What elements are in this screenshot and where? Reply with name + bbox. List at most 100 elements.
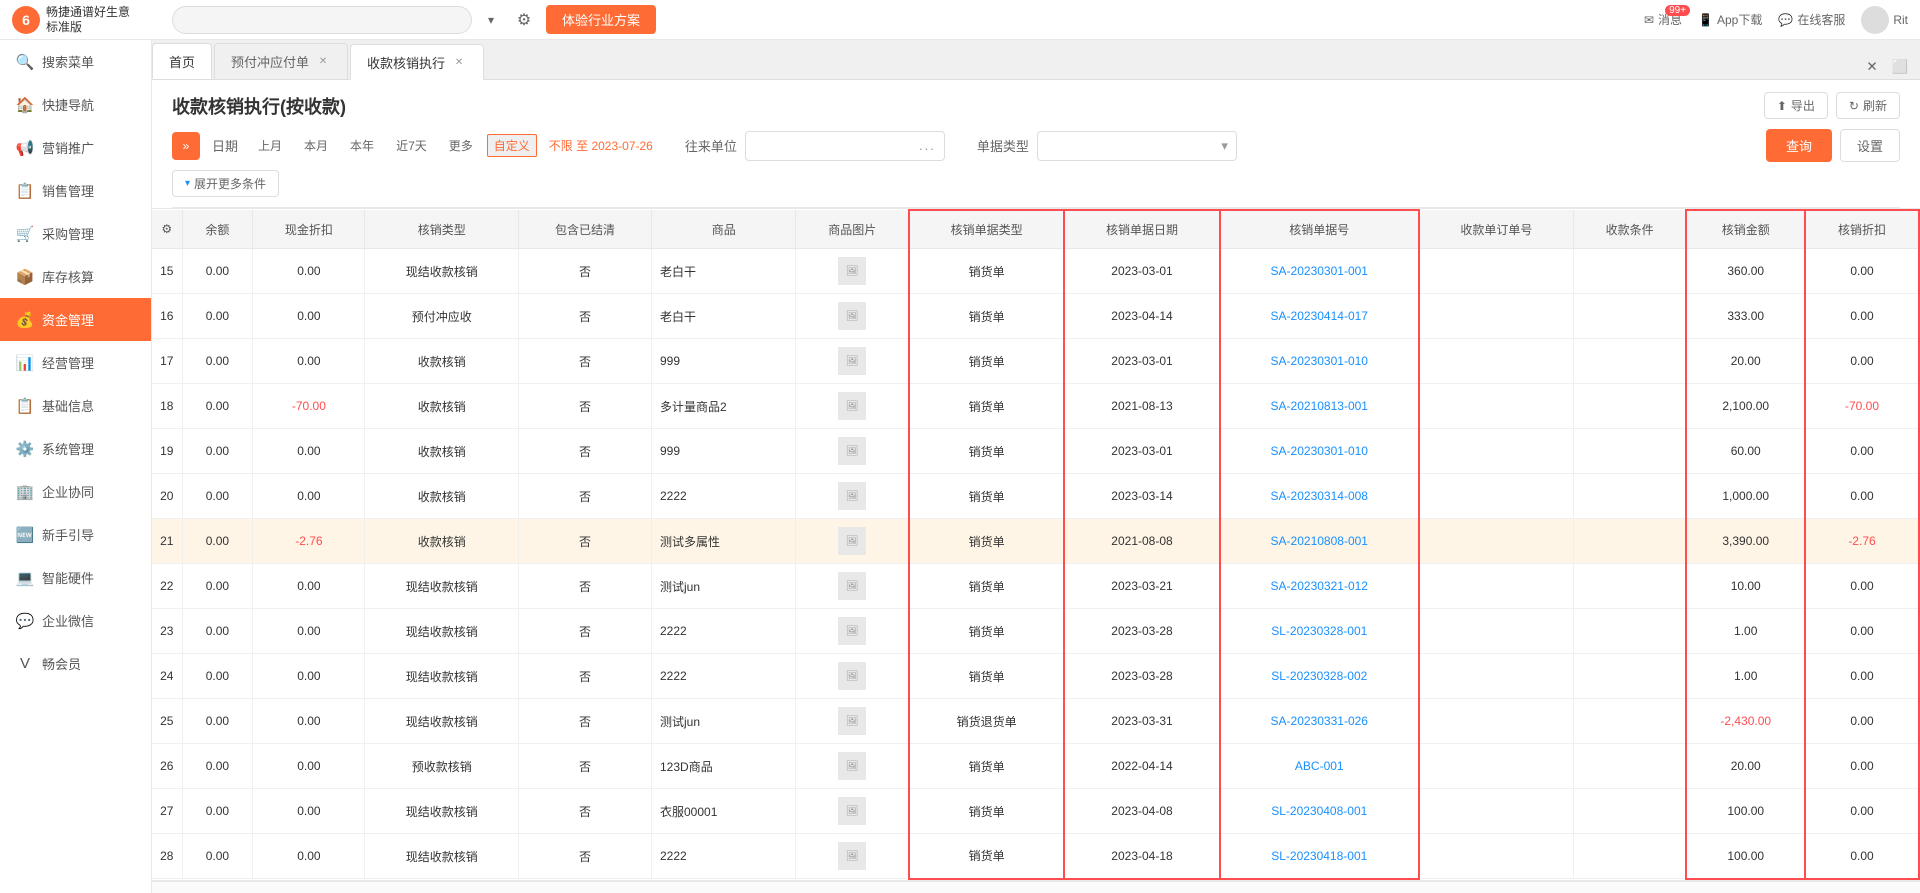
expand-conditions-btn[interactable]: ▾ 展开更多条件 [172, 170, 279, 197]
system-icon: ⚙️ [16, 440, 34, 458]
sidebar-label-finance: 资金管理 [42, 310, 94, 329]
td-cancel-type: 收款核销 [365, 429, 519, 474]
filter-expand-icon[interactable]: » [172, 132, 200, 160]
period-more[interactable]: 更多 [441, 134, 481, 157]
sidebar-item-enterprise[interactable]: 🏢 企业协同 [0, 470, 151, 513]
td-order-no [1419, 474, 1573, 519]
receivable-tab-close[interactable]: ✕ [451, 54, 467, 70]
from-unit-input[interactable] [754, 139, 919, 153]
td-voucher-no: SA-20210813-001 [1220, 384, 1419, 429]
period-custom[interactable]: 自定义 [487, 134, 537, 157]
sidebar-item-sales[interactable]: 📋 销售管理 [0, 169, 151, 212]
sidebar-item-purchase[interactable]: 🛒 采购管理 [0, 212, 151, 255]
sidebar-item-hardware[interactable]: 💻 智能硬件 [0, 556, 151, 599]
layout: 🔍 搜索菜单 🏠 快捷导航 📢 营销推广 📋 销售管理 🛒 采购管理 📦 库存核… [0, 40, 1920, 893]
table-row: 17 0.00 0.00 收款核销 否 999 🖼 销货单 2023-03-01… [152, 339, 1919, 384]
export-button[interactable]: ⬆ 导出 [1764, 92, 1828, 119]
td-product-img: 🖼 [796, 654, 909, 699]
td-cash-discount: -70.00 [253, 384, 365, 429]
logo-area: 6 畅捷通谱好生意 标准版 [12, 5, 162, 34]
sidebar-item-business[interactable]: 📊 经营管理 [0, 341, 151, 384]
tab-receivable[interactable]: 收款核销执行 ✕ [350, 44, 484, 80]
td-order-no [1419, 249, 1573, 294]
td-voucher-no: SA-20230301-010 [1220, 429, 1419, 474]
online-service-item[interactable]: 💬 在线客服 [1778, 11, 1845, 28]
gear-button[interactable]: ⚙ [510, 6, 538, 34]
message-badge: 99+ [1665, 5, 1690, 16]
sidebar-item-guide[interactable]: 🆕 新手引导 [0, 513, 151, 556]
prepay-tab-close[interactable]: ✕ [315, 54, 331, 70]
export-icon: ⬆ [1777, 99, 1787, 113]
logo-icon: 6 [12, 6, 40, 34]
tab-prepay[interactable]: 预付冲应付单 ✕ [214, 43, 348, 79]
maximize-btn[interactable]: ⬜ [1888, 55, 1912, 79]
td-voucher-no: SA-20230331-026 [1220, 699, 1419, 744]
td-product-img: 🖼 [796, 384, 909, 429]
td-no: 22 [152, 564, 182, 609]
industry-button[interactable]: 体验行业方案 [546, 5, 656, 34]
sidebar-item-marketing[interactable]: 📢 营销推广 [0, 126, 151, 169]
sidebar-item-basic[interactable]: 📋 基础信息 [0, 384, 151, 427]
table-row: 15 0.00 0.00 现结收款核销 否 老白干 🖼 销货单 2023-03-… [152, 249, 1919, 294]
td-cash-discount: 0.00 [253, 744, 365, 789]
td-order-no [1419, 429, 1573, 474]
period-this-month[interactable]: 本月 [296, 134, 336, 157]
td-include-settled: 否 [519, 384, 652, 429]
td-payment-terms [1573, 654, 1686, 699]
close-window-btn[interactable]: ✕ [1860, 55, 1884, 79]
table-row: 23 0.00 0.00 现结收款核销 否 2222 🖼 销货单 2023-03… [152, 609, 1919, 654]
period-7days[interactable]: 近7天 [388, 134, 435, 157]
message-icon: ✉ [1644, 13, 1654, 27]
sidebar-item-quick-nav[interactable]: 🏠 快捷导航 [0, 83, 151, 126]
refresh-icon: ↻ [1849, 99, 1859, 113]
sidebar-item-inventory[interactable]: 📦 库存核算 [0, 255, 151, 298]
th-balance: 余额 [182, 210, 253, 249]
voucher-type-input[interactable] [1046, 139, 1221, 153]
voucher-type-label: 单据类型 [977, 136, 1029, 155]
sidebar-label-inventory: 库存核算 [42, 267, 94, 286]
query-button[interactable]: 查询 [1766, 129, 1832, 162]
td-product: 999 [652, 429, 796, 474]
th-cancel-amount: 核销金额 [1686, 210, 1805, 249]
td-include-settled: 否 [519, 519, 652, 564]
td-product: 999 [652, 339, 796, 384]
td-order-no [1419, 609, 1573, 654]
td-cancel-discount: 0.00 [1805, 609, 1919, 654]
td-voucher-type: 销货单 [909, 384, 1064, 429]
td-payment-terms [1573, 699, 1686, 744]
sidebar-item-finance[interactable]: 💰 资金管理 [0, 298, 151, 341]
td-cancel-amount: 360.00 [1686, 249, 1805, 294]
table-container[interactable]: ⚙ 余额 现金折扣 核销类型 包含已结清 商品 商品图片 核销单据类型 核销单据… [152, 209, 1920, 893]
td-payment-terms [1573, 744, 1686, 789]
search-icon: 🔍 [16, 53, 34, 71]
main-content: 首页 预付冲应付单 ✕ 收款核销执行 ✕ ✕ ⬜ 收款核销执行(按收款) ⬆ [152, 40, 1920, 893]
message-item[interactable]: ✉ 消息 99+ [1644, 11, 1682, 28]
td-cancel-amount: -2,430.00 [1686, 699, 1805, 744]
period-this-year[interactable]: 本年 [342, 134, 382, 157]
refresh-button[interactable]: ↻ 刷新 [1836, 92, 1900, 119]
td-cash-discount: 0.00 [253, 249, 365, 294]
tab-home[interactable]: 首页 [152, 43, 212, 79]
td-payment-terms [1573, 294, 1686, 339]
sidebar-item-wechat[interactable]: 💬 企业微信 [0, 599, 151, 642]
td-cancel-discount: 0.00 [1805, 339, 1919, 384]
td-voucher-type: 销货单 [909, 654, 1064, 699]
sidebar-item-search-menu[interactable]: 🔍 搜索菜单 [0, 40, 151, 83]
settings-button[interactable]: 设置 [1840, 129, 1900, 162]
td-include-settled: 否 [519, 294, 652, 339]
user-info[interactable]: Rit [1861, 6, 1908, 34]
dropdown-button[interactable]: ▾ [480, 9, 502, 31]
td-voucher-date: 2023-03-28 [1064, 654, 1219, 699]
td-voucher-type: 销货单 [909, 834, 1064, 879]
top-bar-right: ✉ 消息 99+ 📱 App下载 💬 在线客服 Rit [1644, 6, 1908, 34]
sidebar-item-system[interactable]: ⚙️ 系统管理 [0, 427, 151, 470]
td-voucher-no: SL-20230418-001 [1220, 834, 1419, 879]
td-payment-terms [1573, 564, 1686, 609]
search-input[interactable] [172, 6, 472, 34]
td-product-img: 🖼 [796, 294, 909, 339]
from-unit-input-container: ... [745, 131, 945, 161]
sidebar-item-member[interactable]: V 畅会员 [0, 642, 151, 685]
business-icon: 📊 [16, 354, 34, 372]
period-last-month[interactable]: 上月 [250, 134, 290, 157]
app-download-item[interactable]: 📱 App下载 [1698, 11, 1762, 28]
